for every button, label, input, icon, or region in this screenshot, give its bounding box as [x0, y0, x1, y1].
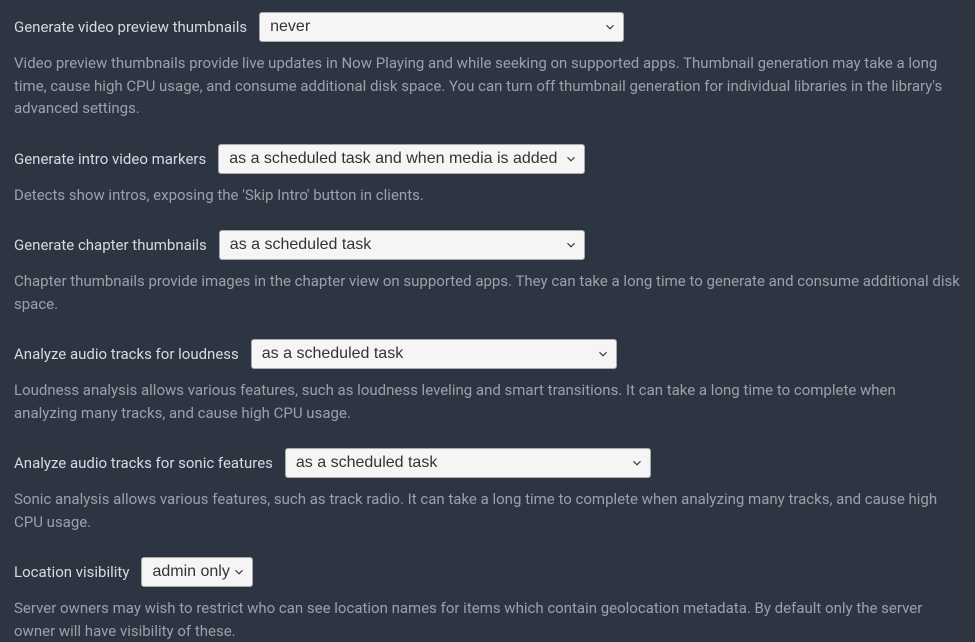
setting-label: Analyze audio tracks for loudness: [14, 345, 239, 363]
setting-row-sonic: Analyze audio tracks for sonic features …: [14, 448, 961, 478]
setting-description: Loudness analysis allows various feature…: [14, 379, 961, 424]
setting-label: Generate chapter thumbnails: [14, 236, 207, 254]
setting-description: Video preview thumbnails provide live up…: [14, 52, 961, 120]
setting-row-intro-markers: Generate intro video markers as a schedu…: [14, 144, 961, 174]
video-thumbnails-select[interactable]: never: [259, 12, 624, 42]
setting-row-chapter-thumbnails: Generate chapter thumbnails as a schedul…: [14, 230, 961, 260]
chapter-thumbnails-select[interactable]: as a scheduled task: [219, 230, 585, 260]
setting-description: Detects show intros, exposing the 'Skip …: [14, 184, 961, 207]
setting-row-loudness: Analyze audio tracks for loudness as a s…: [14, 339, 961, 369]
setting-label: Analyze audio tracks for sonic features: [14, 454, 273, 472]
sonic-select[interactable]: as a scheduled task: [285, 448, 651, 478]
setting-description: Server owners may wish to restrict who c…: [14, 597, 961, 642]
setting-row-location: Location visibility admin only: [14, 557, 961, 587]
setting-description: Chapter thumbnails provide images in the…: [14, 270, 961, 315]
loudness-select[interactable]: as a scheduled task: [251, 339, 617, 369]
setting-description: Sonic analysis allows various features, …: [14, 488, 961, 533]
setting-row-video-thumbnails: Generate video preview thumbnails never: [14, 12, 961, 42]
setting-label: Generate intro video markers: [14, 150, 206, 168]
location-select[interactable]: admin only: [141, 557, 253, 587]
intro-markers-select[interactable]: as a scheduled task and when media is ad…: [218, 144, 585, 174]
setting-label: Location visibility: [14, 563, 129, 581]
setting-label: Generate video preview thumbnails: [14, 18, 247, 36]
